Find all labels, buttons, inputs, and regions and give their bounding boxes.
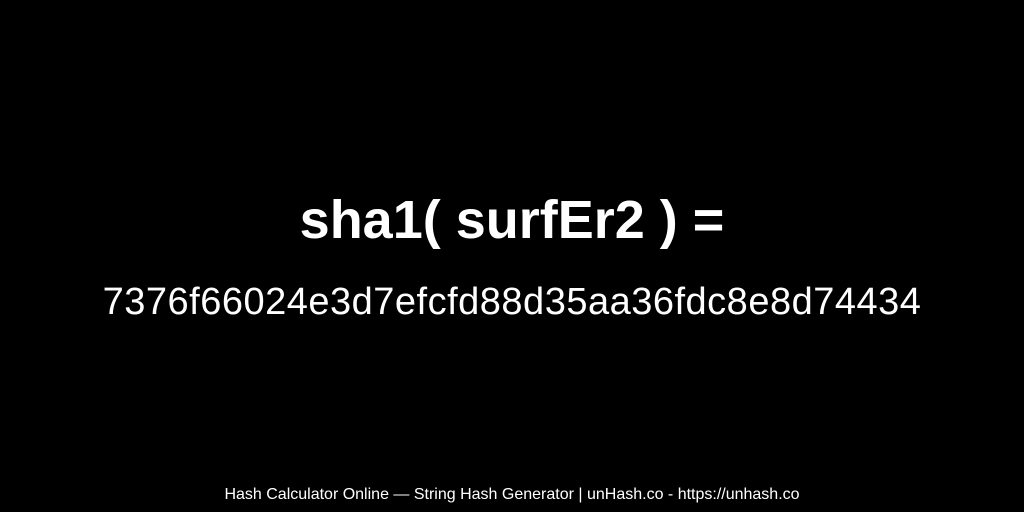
hash-expression: sha1( surfEr2 ) = — [300, 189, 725, 251]
footer-text: Hash Calculator Online — String Hash Gen… — [0, 486, 1024, 504]
hash-result: 7376f66024e3d7efcfd88d35aa36fdc8e8d74434 — [103, 281, 922, 324]
main-content: sha1( surfEr2 ) = 7376f66024e3d7efcfd88d… — [0, 0, 1024, 512]
